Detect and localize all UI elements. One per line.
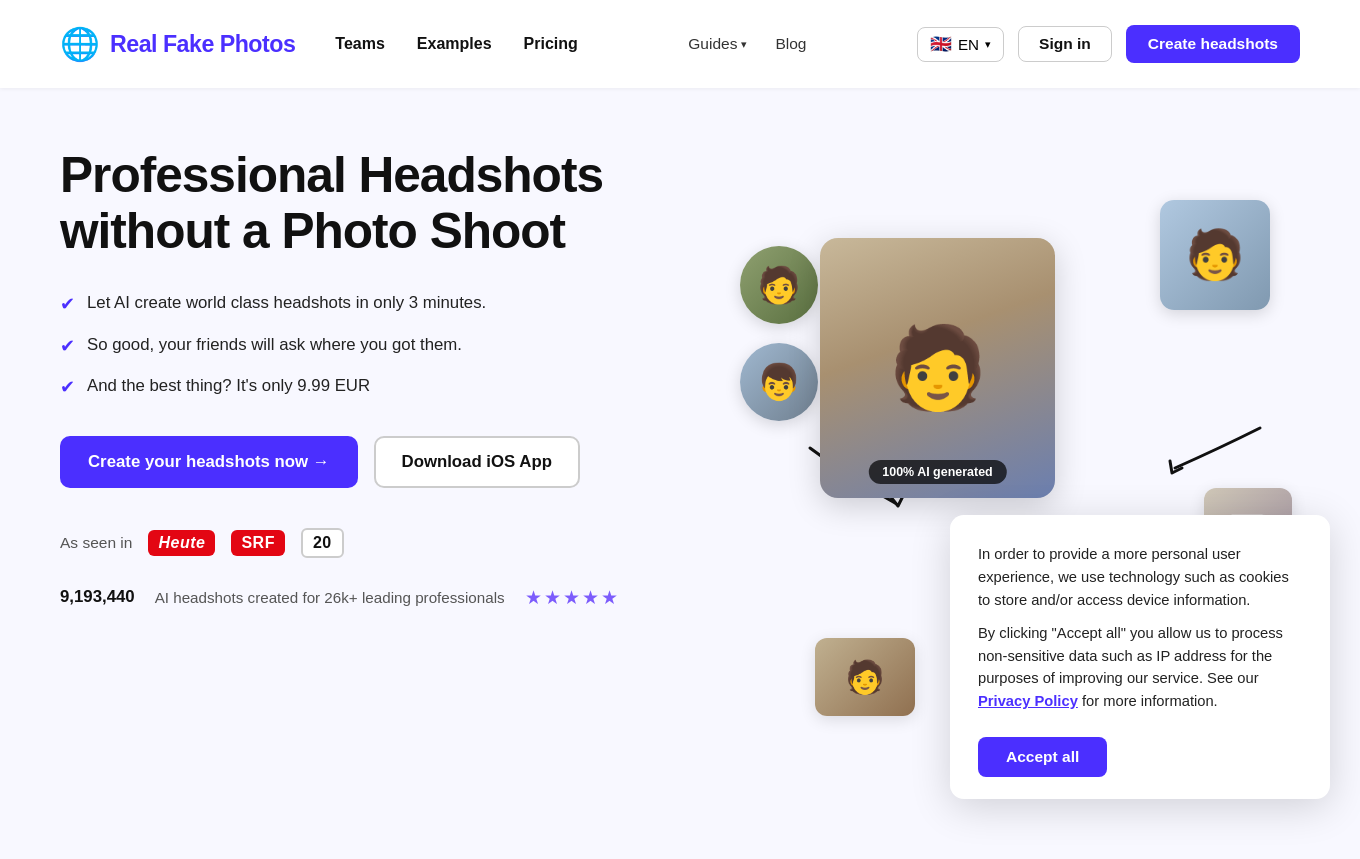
hero-left: Professional Headshots without a Photo S… [60, 148, 650, 609]
feature-item-2: ✔ So good, your friends will ask where y… [60, 333, 650, 359]
navbar: 🌐 Real Fake Photos Teams Examples Pricin… [0, 0, 1360, 88]
stats-number: 9,193,440 [60, 587, 135, 607]
media-badge-20: 20 [301, 528, 344, 558]
chevron-down-icon: ▾ [985, 38, 991, 51]
ai-badge: 100% AI generated [868, 460, 1006, 484]
download-ios-button[interactable]: Download iOS App [374, 436, 580, 488]
media-badge-srf: SRF [231, 530, 285, 556]
thumbnail-2: 👦 [740, 343, 818, 421]
language-selector[interactable]: 🇬🇧 EN ▾ [917, 27, 1004, 62]
logo-text: Real Fake Photos [110, 31, 295, 58]
accept-all-button[interactable]: Accept all [978, 737, 1107, 777]
nav-link-blog[interactable]: Blog [775, 35, 806, 53]
thumbnail-3: 🧑 [815, 638, 915, 716]
logo-link[interactable]: 🌐 Real Fake Photos [60, 25, 295, 63]
feature-item-1: ✔ Let AI create world class headshots in… [60, 291, 650, 317]
cookie-text-3: for more information. [1082, 693, 1218, 709]
cookie-text-1: In order to provide a more personal user… [978, 546, 1289, 608]
photo-main: 🧑 100% AI generated [820, 238, 1055, 498]
feature-item-3: ✔ And the best thing? It's only 9.99 EUR [60, 374, 650, 400]
nav-link-examples[interactable]: Examples [417, 35, 492, 53]
nav-link-guides[interactable]: Guides ▾ [688, 35, 747, 53]
chevron-down-icon: ▾ [741, 38, 747, 51]
check-icon: ✔ [60, 292, 75, 317]
nav-link-teams[interactable]: Teams [335, 35, 385, 53]
cookie-banner: In order to provide a more personal user… [950, 515, 1330, 799]
logo-icon: 🌐 [60, 25, 100, 63]
media-badge-heute: Heute [148, 530, 215, 556]
privacy-policy-link[interactable]: Privacy Policy [978, 693, 1078, 709]
cookie-text-2: By clicking "Accept all" you allow us to… [978, 625, 1283, 687]
check-icon: ✔ [60, 375, 75, 400]
star-rating: ★★★★★ [525, 586, 620, 609]
flag-icon: 🇬🇧 [930, 34, 952, 55]
sign-in-button[interactable]: Sign in [1018, 26, 1112, 62]
hero-title: Professional Headshots without a Photo S… [60, 148, 650, 259]
stats-text: AI headshots created for 26k+ leading pr… [155, 589, 505, 606]
as-seen-label: As seen in [60, 534, 132, 552]
create-headshots-hero-button[interactable]: Create your headshots now → [60, 436, 358, 488]
create-headshots-nav-button[interactable]: Create headshots [1126, 25, 1300, 63]
check-icon: ✔ [60, 334, 75, 359]
thumbnail-1: 🧑 [740, 246, 818, 324]
lang-label: EN [958, 36, 979, 53]
photo-top-right: 🧑 [1160, 200, 1270, 310]
nav-link-pricing[interactable]: Pricing [524, 35, 578, 53]
